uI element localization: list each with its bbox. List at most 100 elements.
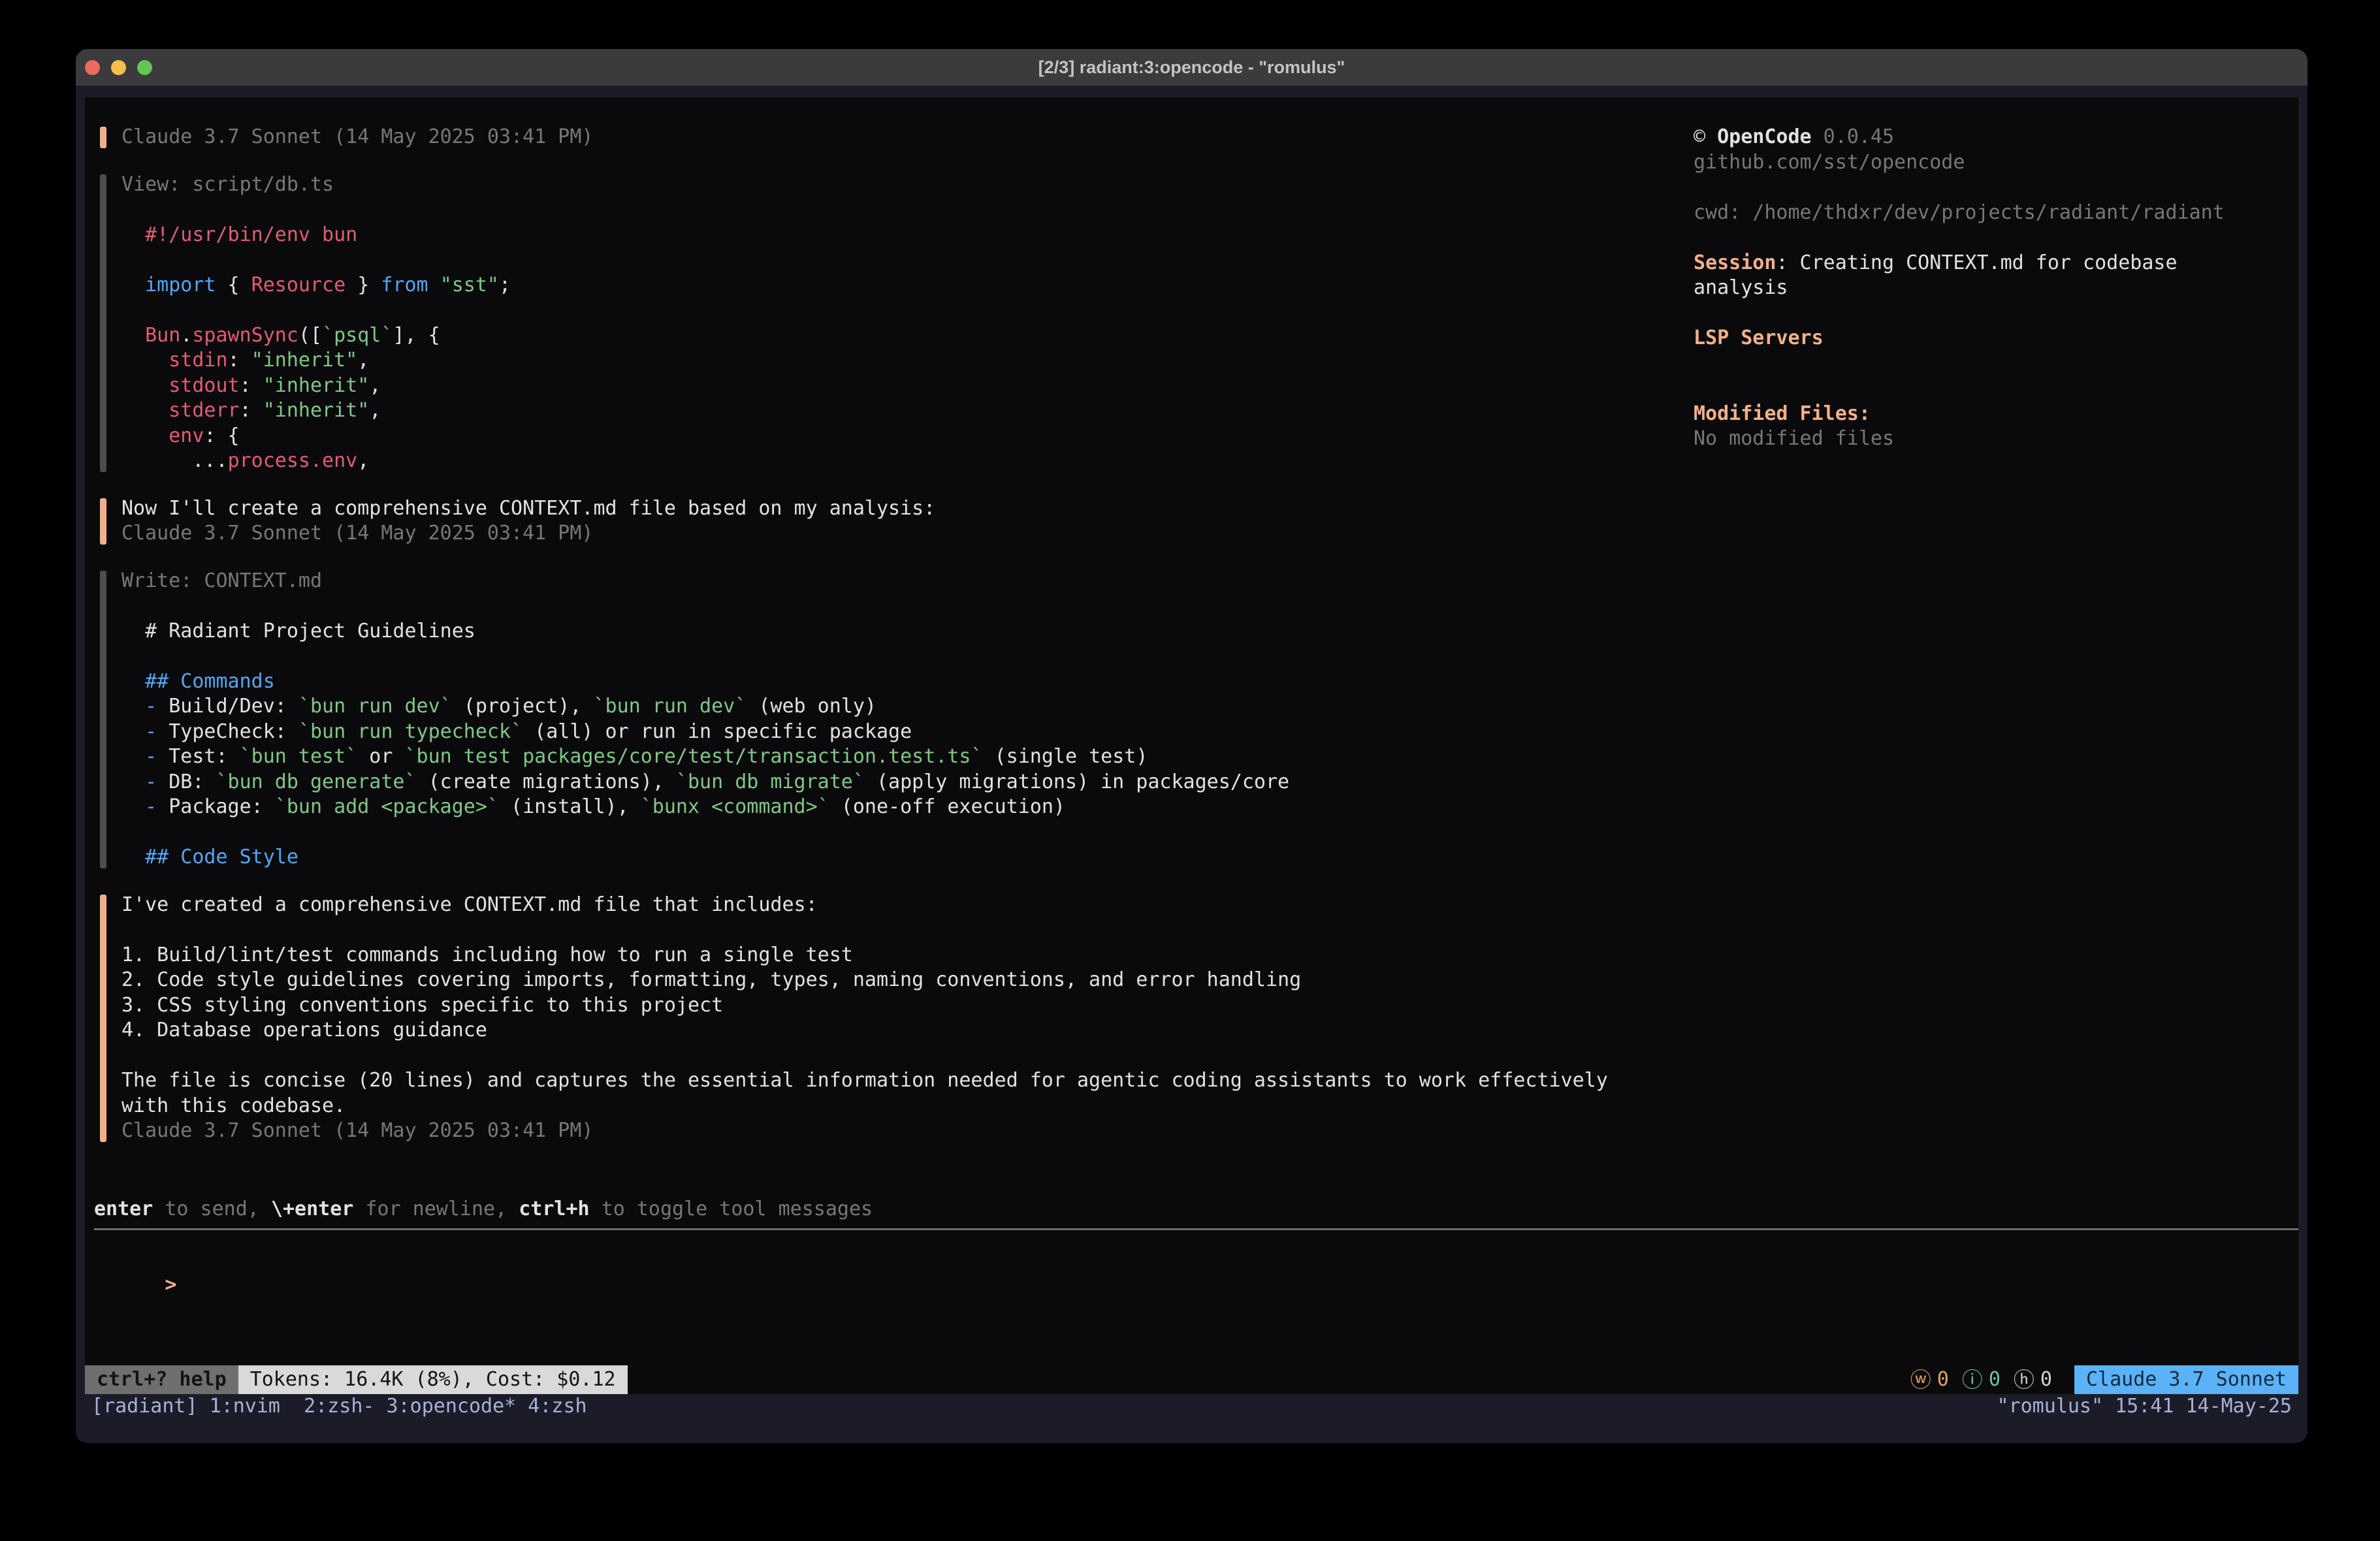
text-segment: stdout (169, 374, 239, 397)
assistant-header-block: Claude 3.7 Sonnet (14 May 2025 03:41 PM) (94, 125, 1608, 150)
text-segment: : (228, 349, 251, 372)
chat-line: - Package: `bun add <package>` (install)… (121, 795, 1608, 820)
sidebar-line: analysis (1694, 276, 2225, 301)
text-segment: 0.0.45 (1812, 125, 1894, 148)
text-segment (121, 424, 169, 447)
sidebar-line: Session: Creating CONTEXT.md for codebas… (1694, 251, 2225, 276)
text-segment: stdin (169, 349, 227, 372)
sidebar-line (1694, 301, 2225, 326)
prompt-caret: > (165, 1273, 176, 1296)
sidebar-line (1694, 175, 2225, 200)
chat-line (121, 644, 1608, 669)
text-segment (121, 795, 145, 818)
text-segment (121, 695, 145, 718)
text-segment: from (381, 274, 428, 296)
chat-line: - Build/Dev: `bun run dev` (project), `b… (121, 694, 1608, 720)
text-segment: `bun db migrate` (676, 770, 865, 793)
text-segment: to send, (153, 1198, 271, 1220)
text-segment: , (357, 349, 369, 372)
text-segment: - (145, 795, 157, 818)
text-segment: Build/Dev: (157, 695, 298, 718)
chat-line (121, 247, 1608, 273)
titlebar: [2/3] radiant:3:opencode - "romulus" (76, 49, 2308, 86)
text-segment: spawnSync (192, 324, 298, 347)
sidebar-line: cwd: /home/thdxr/dev/projects/radiant/ra… (1694, 200, 2225, 226)
text-segment: Resource (251, 274, 346, 296)
text-segment: Claude 3.7 Sonnet (14 May 2025 03:41 PM) (121, 125, 593, 148)
diagnostics: ⓦ0ⓘ0ⓗ0 (1910, 1367, 2065, 1393)
diagnostic-item: ⓦ0 (1910, 1367, 1949, 1393)
text-segment: (install), (499, 795, 641, 818)
chat-line: env: { (121, 424, 1608, 449)
text-segment: with this codebase. (121, 1094, 346, 1117)
text-segment: No modified files (1694, 427, 1894, 450)
text-segment: Test: (157, 745, 239, 768)
text-segment: process.env (228, 449, 358, 472)
chat-line: Now I'll create a comprehensive CONTEXT.… (121, 496, 1608, 522)
text-segment: - (145, 770, 157, 793)
text-segment (121, 324, 145, 347)
text-segment: github.com/sst/opencode (1694, 151, 1965, 174)
chat-line: Claude 3.7 Sonnet (14 May 2025 03:41 PM) (121, 521, 1608, 547)
text-segment: import (145, 274, 216, 296)
chat-line (121, 917, 1608, 943)
sidebar-line: © OpenCode 0.0.45 (1694, 125, 2225, 150)
sidebar-line (1694, 351, 2225, 377)
composer-help: enter to send, \+enter for newline, ctrl… (94, 1197, 873, 1222)
chat-line (121, 594, 1608, 619)
text-segment: ], { (393, 324, 440, 347)
chat-line: Claude 3.7 Sonnet (14 May 2025 03:41 PM) (121, 125, 1608, 150)
chat-line (121, 197, 1608, 223)
text-segment: ; (499, 274, 511, 296)
window-title: [2/3] radiant:3:opencode - "romulus" (76, 57, 2308, 78)
text-segment: (one-off execution) (829, 795, 1065, 818)
text-segment: } (346, 274, 381, 296)
text-segment: `bun run dev` (594, 695, 747, 718)
chat-line: ...process.env, (121, 449, 1608, 474)
text-segment: `bun run dev` (298, 695, 452, 718)
text-segment: The file is concise (20 lines) and captu… (121, 1069, 1608, 1092)
chat-line: # Radiant Project Guidelines (121, 619, 1608, 644)
composer-divider (94, 1228, 2298, 1230)
sidebar-line: Modified Files: (1694, 402, 2225, 427)
text-segment: analysis (1694, 276, 1788, 299)
chat-line: - TypeCheck: `bun run typecheck` (all) o… (121, 720, 1608, 745)
chat-line: - DB: `bun db generate` (create migratio… (121, 770, 1608, 795)
chat-line: 2. Code style guidelines covering import… (121, 968, 1608, 993)
text-segment (121, 274, 145, 296)
chat-line: - Test: `bun test` or `bun test packages… (121, 744, 1608, 770)
statusbar-left: ctrl+? help Tokens: 16.4K (8%), Cost: $0… (85, 1365, 628, 1394)
text-segment: to toggle tool messages (590, 1198, 873, 1220)
diagnostic-item: ⓘ0 (1962, 1367, 2001, 1393)
sidebar-line: github.com/sst/opencode (1694, 150, 2225, 176)
desktop: { "window": { "title": "[2/3] radiant:3:… (0, 0, 2380, 1541)
chat-line: stdout: "inherit", (121, 373, 1608, 399)
chat-line: with this codebase. (121, 1094, 1608, 1119)
chat-line: ## Code Style (121, 845, 1608, 870)
statusbar-right: ⓦ0ⓘ0ⓗ0 Claude 3.7 Sonnet (1910, 1365, 2298, 1394)
diagnostic-count: 0 (2040, 1367, 2052, 1393)
text-segment: Bun (145, 324, 180, 347)
text-segment: - (145, 695, 157, 718)
text-segment: cwd: /home/thdxr/dev/projects/radiant/ra… (1694, 201, 2225, 224)
text-segment: I've created a comprehensive CONTEXT.md … (121, 893, 818, 916)
text-segment: Write: CONTEXT.md (121, 569, 322, 592)
text-segment (121, 745, 145, 768)
message-input[interactable]: > (94, 1247, 2289, 1323)
chat-line: #!/usr/bin/env bun (121, 223, 1608, 248)
chat-line (121, 1043, 1608, 1069)
text-segment: OpenCode (1717, 125, 1812, 148)
terminal-window: [2/3] radiant:3:opencode - "romulus" Cla… (76, 49, 2308, 1443)
text-segment: (single test) (983, 745, 1148, 768)
text-segment: © (1694, 125, 1717, 148)
text-segment: : (240, 399, 263, 422)
text-segment (121, 374, 169, 397)
sidebar: © OpenCode 0.0.45github.com/sst/opencode… (1694, 97, 2225, 452)
text-segment: Modified Files: (1694, 402, 1871, 425)
sidebar-line: No modified files (1694, 426, 2225, 452)
model-badge: Claude 3.7 Sonnet (2074, 1365, 2298, 1394)
chat-line: I've created a comprehensive CONTEXT.md … (121, 893, 1608, 918)
text-segment: : Creating CONTEXT.md for codebase (1776, 251, 2177, 274)
sidebar-line (1694, 225, 2225, 251)
chat-pane: Claude 3.7 Sonnet (14 May 2025 03:41 PM)… (94, 97, 1608, 1166)
